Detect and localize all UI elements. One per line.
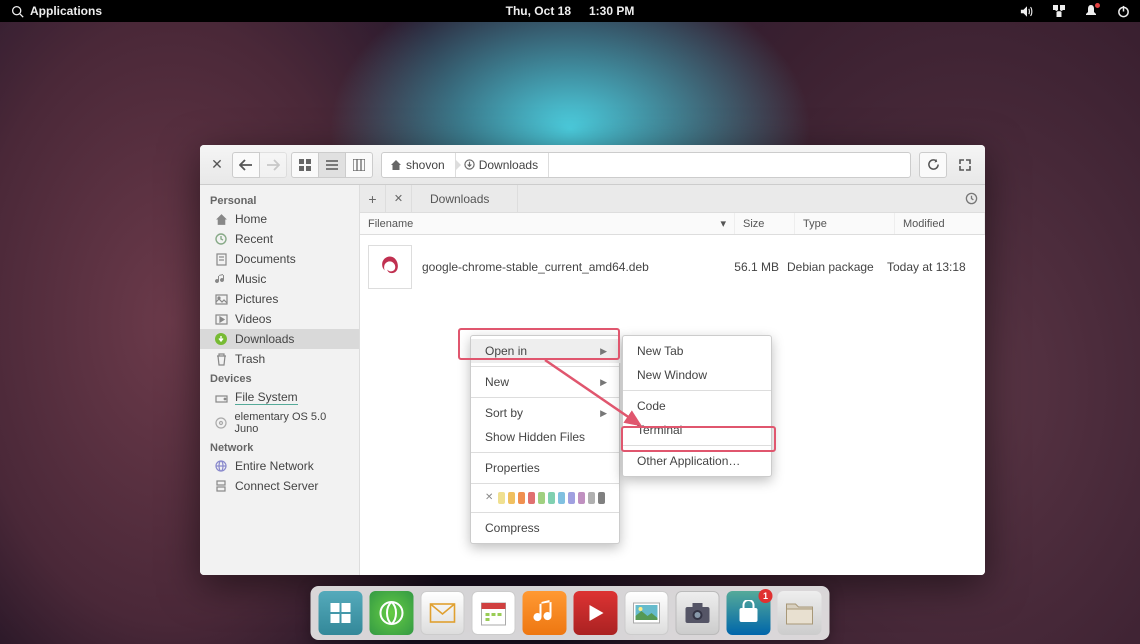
menu-open-in[interactable]: Open in▶ [471,339,621,363]
submenu-open-in: New Tab New Window Code Terminal Other A… [622,335,772,477]
panel-date[interactable]: Thu, Oct 18 [506,4,571,18]
dock: 1 [311,586,830,640]
sidebar-section-network: Network [200,438,359,456]
top-panel: Applications Thu, Oct 18 1:30 PM [0,0,1140,22]
sidebar-item-downloads[interactable]: Downloads [200,329,359,349]
dock-mail[interactable] [421,591,465,635]
notification-icon[interactable] [1084,4,1098,18]
home-icon [214,212,228,226]
new-tab-button[interactable]: + [360,185,386,212]
submenu-new-window[interactable]: New Window [623,363,773,387]
dock-browser[interactable] [370,591,414,635]
sidebar-section-personal: Personal [200,191,359,209]
file-type: Debian package [787,260,887,274]
column-size[interactable]: Size [735,213,795,234]
file-size: 56.1 MB [727,260,787,274]
menu-compress[interactable]: Compress [471,516,621,540]
drive-icon [214,391,228,405]
file-manager-window: ✕ shovon Downloads Personal Home [200,145,985,575]
tabbar: + ✕ Downloads [360,185,985,213]
sidebar-item-network[interactable]: Entire Network [200,456,359,476]
content-area: + ✕ Downloads Filename▾ Size Type Modifi… [360,185,985,575]
tab-downloads[interactable]: Downloads [412,185,518,212]
file-row[interactable]: google-chrome-stable_current_amd64.deb 5… [360,235,985,299]
file-list[interactable]: google-chrome-stable_current_amd64.deb 5… [360,235,985,575]
dock-files[interactable] [778,591,822,635]
deb-file-icon [368,245,412,289]
power-icon[interactable] [1116,4,1130,18]
sidebar-section-devices: Devices [200,369,359,387]
sidebar-item-trash[interactable]: Trash [200,349,359,369]
path-downloads[interactable]: Downloads [456,153,549,177]
disc-icon [214,416,228,430]
network-icon[interactable] [1052,4,1066,18]
dock-videos[interactable] [574,591,618,635]
sidebar-item-music[interactable]: Music [200,269,359,289]
file-name: google-chrome-stable_current_amd64.deb [422,260,727,274]
context-menu: Open in▶ New▶ Sort by▶ Show Hidden Files… [470,335,620,544]
videos-icon [214,312,228,326]
sidebar: Personal Home Recent Documents Music Pic… [200,185,360,575]
path-home[interactable]: shovon [382,153,456,177]
menu-properties[interactable]: Properties [471,456,621,480]
close-tab-button[interactable]: ✕ [386,185,412,212]
search-icon[interactable] [10,4,24,18]
forward-button[interactable] [259,152,287,178]
sidebar-item-filesystem[interactable]: File System [200,387,359,408]
submenu-new-tab[interactable]: New Tab [623,339,773,363]
menu-sort-by[interactable]: Sort by▶ [471,401,621,425]
pictures-icon [214,292,228,306]
submenu-other-app[interactable]: Other Application… [623,449,773,473]
pathbar[interactable]: shovon Downloads [381,152,911,178]
dock-photos[interactable] [625,591,669,635]
view-grid-button[interactable] [291,152,319,178]
sidebar-item-connect-server[interactable]: Connect Server [200,476,359,496]
menu-show-hidden[interactable]: Show Hidden Files [471,425,621,449]
sidebar-item-pictures[interactable]: Pictures [200,289,359,309]
view-column-button[interactable] [345,152,373,178]
submenu-terminal[interactable]: Terminal [623,418,773,442]
close-button[interactable]: ✕ [206,154,228,176]
dock-calendar[interactable] [472,591,516,635]
column-type[interactable]: Type [795,213,895,234]
documents-icon [214,252,228,266]
music-icon [214,272,228,286]
sidebar-item-videos[interactable]: Videos [200,309,359,329]
menu-new[interactable]: New▶ [471,370,621,394]
sidebar-item-home[interactable]: Home [200,209,359,229]
chevron-right-icon: ▶ [600,408,607,419]
sidebar-item-elementary[interactable]: elementary OS 5.0 Juno [200,408,359,438]
dock-screenshot[interactable] [676,591,720,635]
maximize-button[interactable] [951,152,979,178]
file-modified: Today at 13:18 [887,260,977,274]
column-filename[interactable]: Filename▾ [360,213,735,234]
view-list-button[interactable] [318,152,346,178]
back-button[interactable] [232,152,260,178]
clock-icon [214,232,228,246]
reload-button[interactable] [919,152,947,178]
dock-multitasking[interactable] [319,591,363,635]
column-headers: Filename▾ Size Type Modified [360,213,985,235]
sidebar-item-documents[interactable]: Documents [200,249,359,269]
dock-music[interactable] [523,591,567,635]
applications-menu[interactable]: Applications [30,4,102,18]
dock-appcenter[interactable]: 1 [727,591,771,635]
download-icon [214,332,228,346]
menu-color-tags[interactable]: ✕ [471,487,619,509]
sidebar-item-recent[interactable]: Recent [200,229,359,249]
volume-icon[interactable] [1020,4,1034,18]
column-modified[interactable]: Modified [895,213,985,234]
server-icon [214,479,228,493]
panel-time[interactable]: 1:30 PM [589,4,634,18]
submenu-code[interactable]: Code [623,394,773,418]
dock-badge: 1 [759,589,773,603]
chevron-right-icon: ▶ [600,346,607,357]
network-icon [214,459,228,473]
chevron-right-icon: ▶ [600,377,607,388]
titlebar: ✕ shovon Downloads [200,145,985,185]
trash-icon [214,352,228,366]
tab-history-button[interactable] [957,192,985,205]
